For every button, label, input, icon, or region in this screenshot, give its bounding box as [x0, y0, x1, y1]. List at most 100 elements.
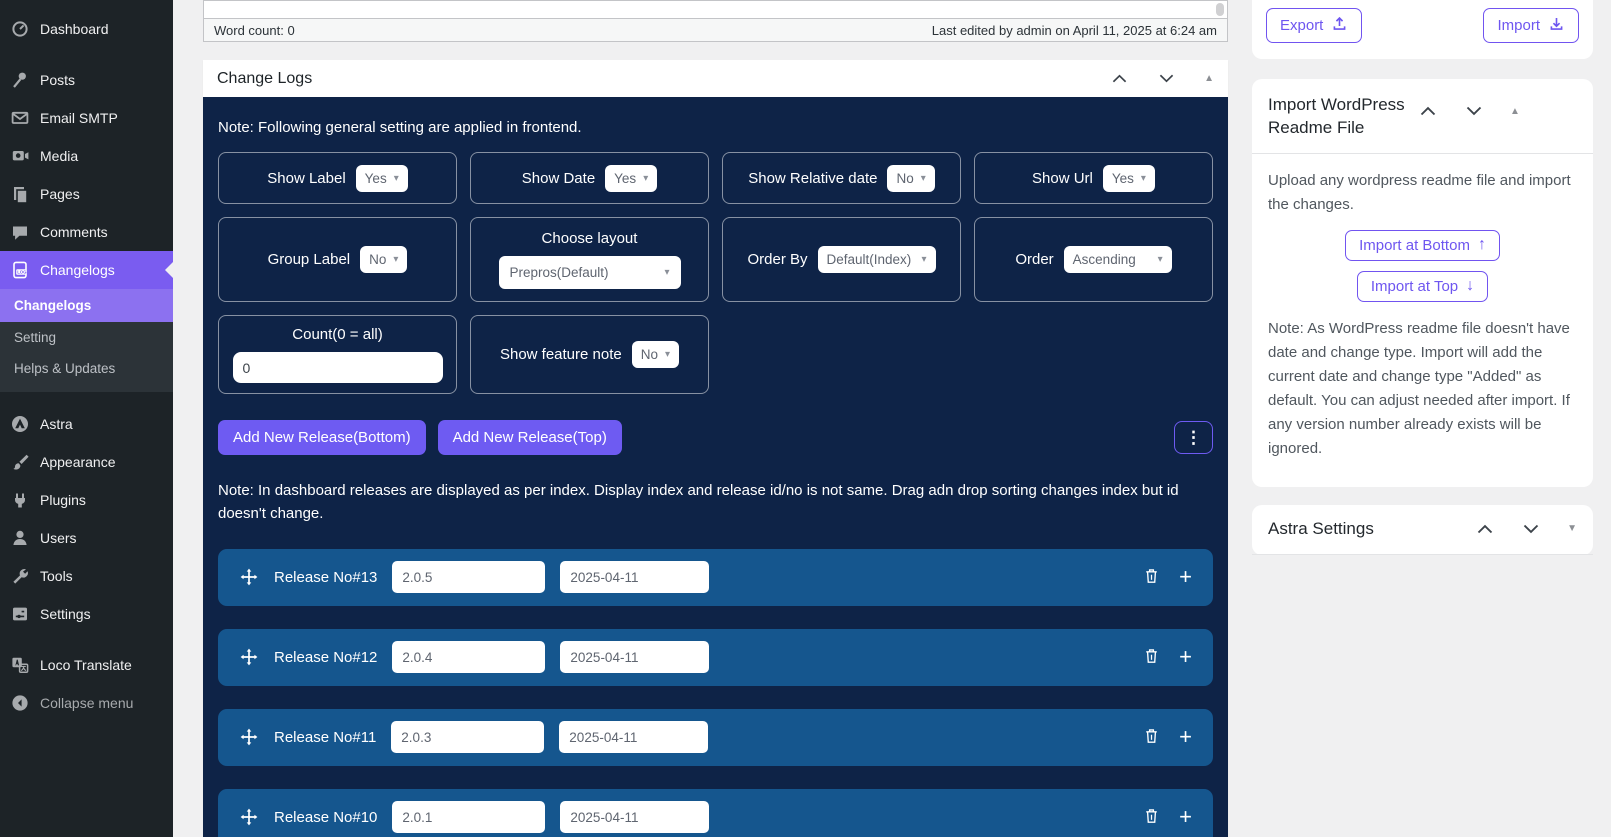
setting-label: Group Label [267, 251, 351, 268]
release-version-input[interactable] [391, 721, 545, 753]
release-version-input[interactable] [392, 561, 546, 593]
active-menu-arrow [165, 261, 174, 279]
move-panel-down-button[interactable] [1157, 69, 1176, 88]
sidebar-item-loco-translate[interactable]: Loco Translate [0, 646, 173, 684]
delete-release-button[interactable] [1141, 565, 1162, 590]
add-new-release-bottom-button[interactable]: Add New Release(Bottom) [218, 420, 426, 455]
import-at-bottom-button[interactable]: Import at Bottom ↑ [1345, 229, 1500, 261]
select-value: Yes [364, 170, 387, 186]
chevron-down-icon: ▾ [920, 172, 926, 184]
sidebar-item-posts[interactable]: Posts [0, 61, 173, 99]
chevron-down-icon [1159, 71, 1174, 86]
delete-release-button[interactable] [1141, 645, 1162, 670]
move-panel-up-button[interactable] [1418, 102, 1438, 121]
sidebar-item-label: Email SMTP [40, 110, 118, 126]
panel-toggle-icon[interactable]: ▲ [1204, 73, 1214, 84]
sidebar-item-plugins[interactable]: Plugins [0, 481, 173, 519]
panel-toggle-icon[interactable]: ▲ [1510, 106, 1520, 117]
sidebar-item-label: Plugins [40, 492, 86, 508]
submenu-item-changelogs[interactable]: Changelogs [0, 289, 173, 322]
sidebar-item-tools[interactable]: Tools [0, 557, 173, 595]
show-date-select[interactable]: Yes ▾ [605, 164, 658, 192]
panel-toggle-icon[interactable]: ▼ [1567, 524, 1577, 534]
change-logs-header: Change Logs ▲ [203, 60, 1228, 97]
order-by-select[interactable]: Default(Index) ▾ [817, 246, 936, 273]
submenu-item-setting[interactable]: Setting [0, 322, 173, 353]
plug-icon [10, 490, 30, 510]
order-select[interactable]: Ascending ▾ [1063, 246, 1172, 273]
delete-release-button[interactable] [1141, 805, 1162, 830]
chevron-down-icon: ▾ [1140, 172, 1146, 184]
trash-icon [1143, 647, 1160, 668]
move-panel-down-button[interactable] [1464, 102, 1484, 121]
import-label: Import [1497, 17, 1540, 34]
release-date-input[interactable] [560, 561, 710, 593]
release-date-input[interactable] [560, 641, 710, 673]
last-edited: Last edited by admin on April 11, 2025 a… [931, 22, 1217, 38]
admin-sidebar: Dashboard Posts Email SMTP Media Pages C… [0, 0, 174, 837]
sidebar-item-pages[interactable]: Pages [0, 175, 173, 213]
arrow-down-icon: ↓ [1466, 277, 1475, 295]
sidebar-item-label: Media [40, 148, 79, 164]
show-feature-note-select[interactable]: No ▾ [631, 341, 680, 368]
kebab-menu-button[interactable]: ⋮ [1174, 421, 1213, 454]
sidebar-item-astra[interactable]: Astra [0, 405, 173, 443]
select-value: Yes [614, 170, 637, 186]
readme-note: Note: As WordPress readme file doesn't h… [1268, 319, 1570, 457]
show-label-select[interactable]: Yes ▾ [355, 164, 408, 192]
add-change-button[interactable]: + [1177, 564, 1194, 590]
setting-show-url: Show Url Yes ▾ [974, 152, 1213, 204]
sidebar-item-settings[interactable]: Settings [0, 595, 173, 633]
import-button[interactable]: Import [1483, 8, 1579, 43]
import-at-top-button[interactable]: Import at Top ↓ [1356, 270, 1489, 302]
sidebar-item-comments[interactable]: Comments [0, 213, 173, 251]
move-panel-up-button[interactable] [1110, 69, 1129, 88]
sidebar-item-users[interactable]: Users [0, 519, 173, 557]
count-input[interactable] [232, 352, 443, 383]
move-panel-down-button[interactable] [1521, 520, 1541, 539]
add-new-release-top-button[interactable]: Add New Release(Top) [437, 420, 622, 455]
sidebar-item-appearance[interactable]: Appearance [0, 443, 173, 481]
add-change-button[interactable]: + [1177, 644, 1194, 670]
select-value: Prepros(Default) [509, 265, 609, 280]
move-panel-up-button[interactable] [1475, 520, 1495, 539]
show-relative-date-select[interactable]: No ▾ [887, 164, 935, 192]
drag-move-icon[interactable] [237, 725, 261, 749]
sidebar-item-label: Tools [40, 568, 73, 584]
change-logs-panel: Change Logs ▲ Note: Following general se… [203, 60, 1228, 837]
chevron-down-icon: ▾ [1157, 254, 1163, 265]
chevron-down-icon: ▾ [393, 172, 399, 184]
chevron-down-icon: ▾ [393, 254, 399, 265]
choose-layout-select[interactable]: Prepros(Default) ▾ [498, 256, 681, 289]
sidebar-item-changelogs[interactable]: LOG Changelogs [0, 251, 174, 289]
export-button[interactable]: Export [1266, 8, 1363, 43]
drag-move-icon[interactable] [237, 645, 261, 669]
brush-icon [10, 452, 30, 472]
sidebar-item-dashboard[interactable]: Dashboard [0, 10, 173, 48]
arrow-up-icon: ↑ [1477, 236, 1486, 254]
sidebar-item-email-smtp[interactable]: Email SMTP [0, 99, 173, 137]
chevron-down-icon [1523, 522, 1539, 537]
release-version-input[interactable] [392, 801, 546, 833]
delete-release-button[interactable] [1141, 725, 1162, 750]
drag-move-icon[interactable] [237, 805, 261, 829]
release-date-input[interactable] [559, 721, 709, 753]
release-version-input[interactable] [392, 641, 546, 673]
drag-move-icon[interactable] [237, 565, 261, 589]
release-date-input[interactable] [560, 801, 710, 833]
add-change-button[interactable]: + [1177, 724, 1194, 750]
camera-icon [10, 146, 30, 166]
submenu-item-helps-updates[interactable]: Helps & Updates [0, 353, 173, 384]
add-change-button[interactable]: + [1177, 804, 1194, 830]
editor-scrollbar[interactable] [1216, 3, 1224, 16]
setting-label: Order By [747, 251, 808, 268]
sidebar-item-media[interactable]: Media [0, 137, 173, 175]
settings-grid: Show Label Yes ▾ Show Date Yes ▾ Show Rela… [218, 152, 1213, 394]
chevron-down-icon: ▾ [665, 349, 671, 360]
collapse-menu-button[interactable]: Collapse menu [0, 684, 173, 722]
group-label-select[interactable]: No ▾ [360, 246, 408, 273]
chevron-up-icon [1420, 104, 1436, 119]
export-upload-icon [1331, 15, 1348, 36]
show-url-select[interactable]: Yes ▾ [1102, 164, 1155, 192]
readme-panel-title: Import WordPress Readme File [1268, 95, 1405, 137]
